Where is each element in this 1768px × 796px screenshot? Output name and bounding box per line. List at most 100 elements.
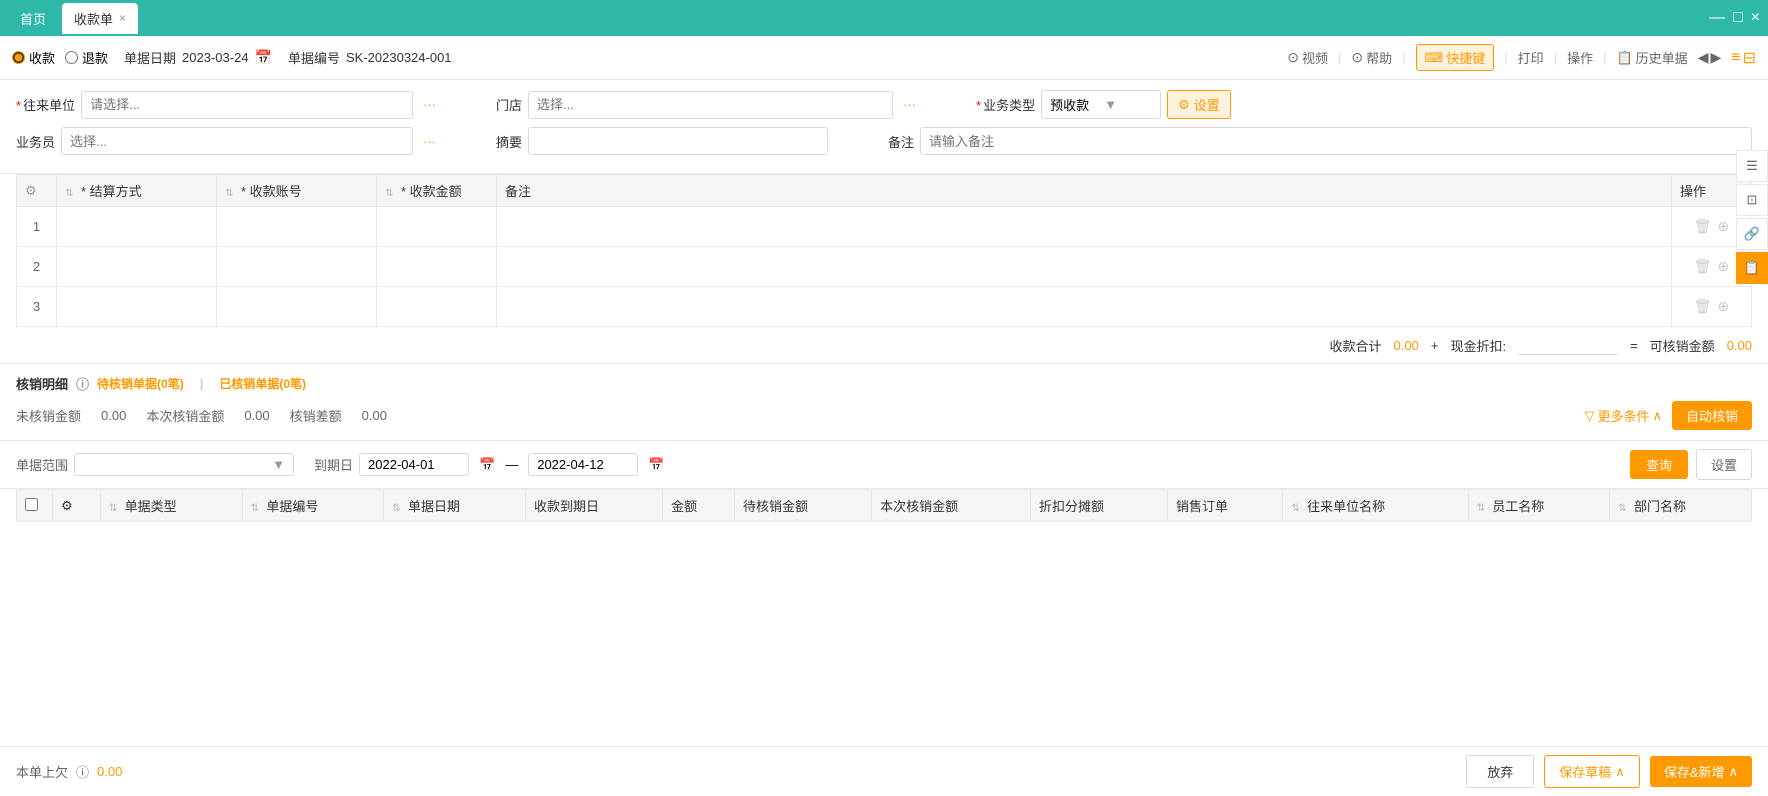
store-field: 门店 ··· — [496, 91, 916, 119]
right-icon-1[interactable]: ☰ — [1736, 150, 1768, 182]
form-row-1: *往来单位 ··· 门店 ··· *业务类型 预收款 ▼ ⚙ ⚙ 设置 设置 — [16, 90, 1752, 119]
row-amount-3[interactable] — [377, 287, 497, 327]
delete-icon-3[interactable]: 🗑 — [1694, 298, 1712, 315]
copy-icon-1[interactable]: ⊕ — [1718, 218, 1730, 235]
radio-refund[interactable]: 退款 — [65, 48, 108, 67]
copy-icon-2[interactable]: ⊕ — [1718, 258, 1730, 275]
table-row: 3 🗑 ⊕ — [17, 287, 1752, 327]
nav-prev-icon[interactable]: ◀ — [1698, 49, 1709, 66]
store-more-btn[interactable]: ··· — [903, 97, 916, 112]
window-min-icon[interactable]: — — [1709, 9, 1725, 27]
save-new-btn[interactable]: 保存&新增 ∧ — [1650, 756, 1752, 787]
total-value: 0.00 — [1394, 338, 1419, 353]
footer: 本单上欠 ⓘ 0.00 放弃 保存草稿 ∧ 保存&新增 ∧ — [0, 746, 1768, 796]
tab-home[interactable]: 首页 — [8, 3, 58, 34]
remark-label: 备注 — [888, 132, 914, 151]
view-form-icon[interactable]: ⊟ — [1743, 48, 1756, 68]
right-icon-2[interactable]: ⊡ — [1736, 184, 1768, 216]
row-num-1: 1 — [17, 207, 57, 247]
copy-icon-3[interactable]: ⊕ — [1718, 298, 1730, 315]
toolbar-right: ⊙ 视频 | ⊙ 帮助 | ⌨ 快捷键 | 打印 | 操作 | 📋 — [1287, 44, 1756, 71]
select-all-checkbox[interactable] — [25, 498, 38, 511]
store-label: 门店 — [496, 95, 522, 114]
verifiable-label: 可核销金额 — [1650, 336, 1715, 355]
query-btn[interactable]: 查询 — [1630, 450, 1688, 479]
discount-label: 现金折扣: — [1450, 336, 1506, 355]
print-btn[interactable]: 打印 — [1518, 48, 1544, 67]
row-note-1[interactable] — [497, 207, 1672, 247]
business-type-label: *业务类型 — [976, 95, 1035, 114]
due-date-to-input[interactable] — [528, 453, 638, 476]
window-close-icon[interactable]: × — [1751, 9, 1760, 27]
nav-next-icon[interactable]: ▶ — [1710, 49, 1721, 66]
store-input[interactable] — [528, 91, 893, 119]
radio-receive[interactable]: 收款 — [12, 48, 55, 67]
delete-icon-1[interactable]: 🗑 — [1694, 218, 1712, 235]
verify-info-icon[interactable]: ⓘ — [76, 374, 89, 393]
more-conditions-btn[interactable]: ▽ 更多条件 ∧ — [1584, 406, 1662, 425]
row-settle-1[interactable] — [57, 207, 217, 247]
order-info-icon[interactable]: ⓘ — [76, 762, 89, 781]
abandon-btn[interactable]: 放弃 — [1466, 755, 1534, 788]
settings-gear-btn[interactable]: ⚙ ⚙ 设置 设置 — [1167, 90, 1231, 119]
summary-field: 摘要 — [496, 127, 828, 155]
video-btn[interactable]: ⊙ 视频 — [1287, 48, 1328, 67]
row-amount-1[interactable] — [377, 207, 497, 247]
number-field: 单据编号 SK-20230324-001 — [288, 48, 452, 67]
right-icons: ☰ ⊡ 🔗 📋 — [1736, 150, 1768, 284]
nav-arrows: ◀ ▶ — [1698, 49, 1722, 66]
tab-bar: 首页 收款单 × — □ × — [0, 0, 1768, 36]
tab-done[interactable]: 已核销单据(0笔) — [219, 375, 306, 392]
remark-input[interactable] — [920, 127, 1752, 155]
history-btn[interactable]: 📋 历史单据 — [1616, 48, 1687, 67]
col-discount-header: 折扣分摊额 — [1030, 490, 1167, 522]
shortcut-btn[interactable]: ⌨ 快捷键 — [1416, 44, 1495, 71]
close-icon[interactable]: × — [119, 11, 126, 25]
delete-icon-2[interactable]: 🗑 — [1694, 258, 1712, 275]
radio-refund-input[interactable] — [65, 51, 78, 64]
checkbox-header — [17, 490, 53, 522]
col-gear-header[interactable]: ⚙ — [53, 490, 101, 522]
row-account-3[interactable] — [217, 287, 377, 327]
range-select[interactable]: ▼ — [74, 453, 294, 476]
col-due-date-header: 收款到期日 — [525, 490, 662, 522]
calendar-to-icon[interactable]: 📅 — [648, 457, 664, 473]
sort-icon-dp: ⇅ — [1618, 503, 1626, 514]
calendar-icon[interactable]: 📅 — [255, 49, 272, 66]
discount-input[interactable] — [1518, 335, 1618, 355]
table-gear-icon[interactable]: ⚙ — [25, 183, 37, 198]
due-date-field: 到期日 📅 — 📅 — [314, 453, 664, 476]
radio-receive-input[interactable] — [12, 51, 25, 64]
row-note-2[interactable] — [497, 247, 1672, 287]
operation-btn[interactable]: 操作 — [1567, 48, 1593, 67]
row-settle-3[interactable] — [57, 287, 217, 327]
row-note-3[interactable] — [497, 287, 1672, 327]
counterparty-more-btn[interactable]: ··· — [423, 97, 436, 112]
divider2: | — [1402, 50, 1405, 65]
row-settle-2[interactable] — [57, 247, 217, 287]
tab-pending[interactable]: 待核销单据(0笔) — [97, 375, 184, 392]
view-list-icon[interactable]: ≡ — [1731, 49, 1740, 67]
collapse-icon: ∧ — [1652, 408, 1662, 424]
window-max-icon[interactable]: □ — [1733, 9, 1743, 27]
calendar-from-icon[interactable]: 📅 — [479, 457, 495, 473]
due-date-from-input[interactable] — [359, 453, 469, 476]
row-amount-2[interactable] — [377, 247, 497, 287]
draft-btn[interactable]: 保存草稿 ∧ — [1544, 755, 1640, 788]
business-type-select[interactable]: 预收款 ▼ — [1041, 90, 1161, 119]
row-account-2[interactable] — [217, 247, 377, 287]
counterparty-input[interactable] — [81, 91, 413, 119]
gear-icon: ⚙ — [1178, 97, 1190, 113]
help-btn[interactable]: ⊙ 帮助 — [1351, 48, 1392, 67]
summary-input[interactable] — [528, 127, 828, 155]
staff-input[interactable] — [61, 127, 413, 155]
staff-more-btn[interactable]: ··· — [423, 134, 436, 149]
filter-settings-btn[interactable]: 设置 — [1696, 449, 1752, 480]
auto-verify-btn[interactable]: 自动核销 — [1672, 401, 1752, 430]
row-account-1[interactable] — [217, 207, 377, 247]
gear-column-header[interactable]: ⚙ — [17, 175, 57, 207]
tab-active[interactable]: 收款单 × — [62, 3, 138, 34]
right-icon-4[interactable]: 📋 — [1736, 252, 1768, 284]
data-table: ⚙ ⇅ * 结算方式 ⇅ * 收款账号 ⇅ * 收款金额 — [16, 174, 1752, 327]
right-icon-3[interactable]: 🔗 — [1736, 218, 1768, 250]
